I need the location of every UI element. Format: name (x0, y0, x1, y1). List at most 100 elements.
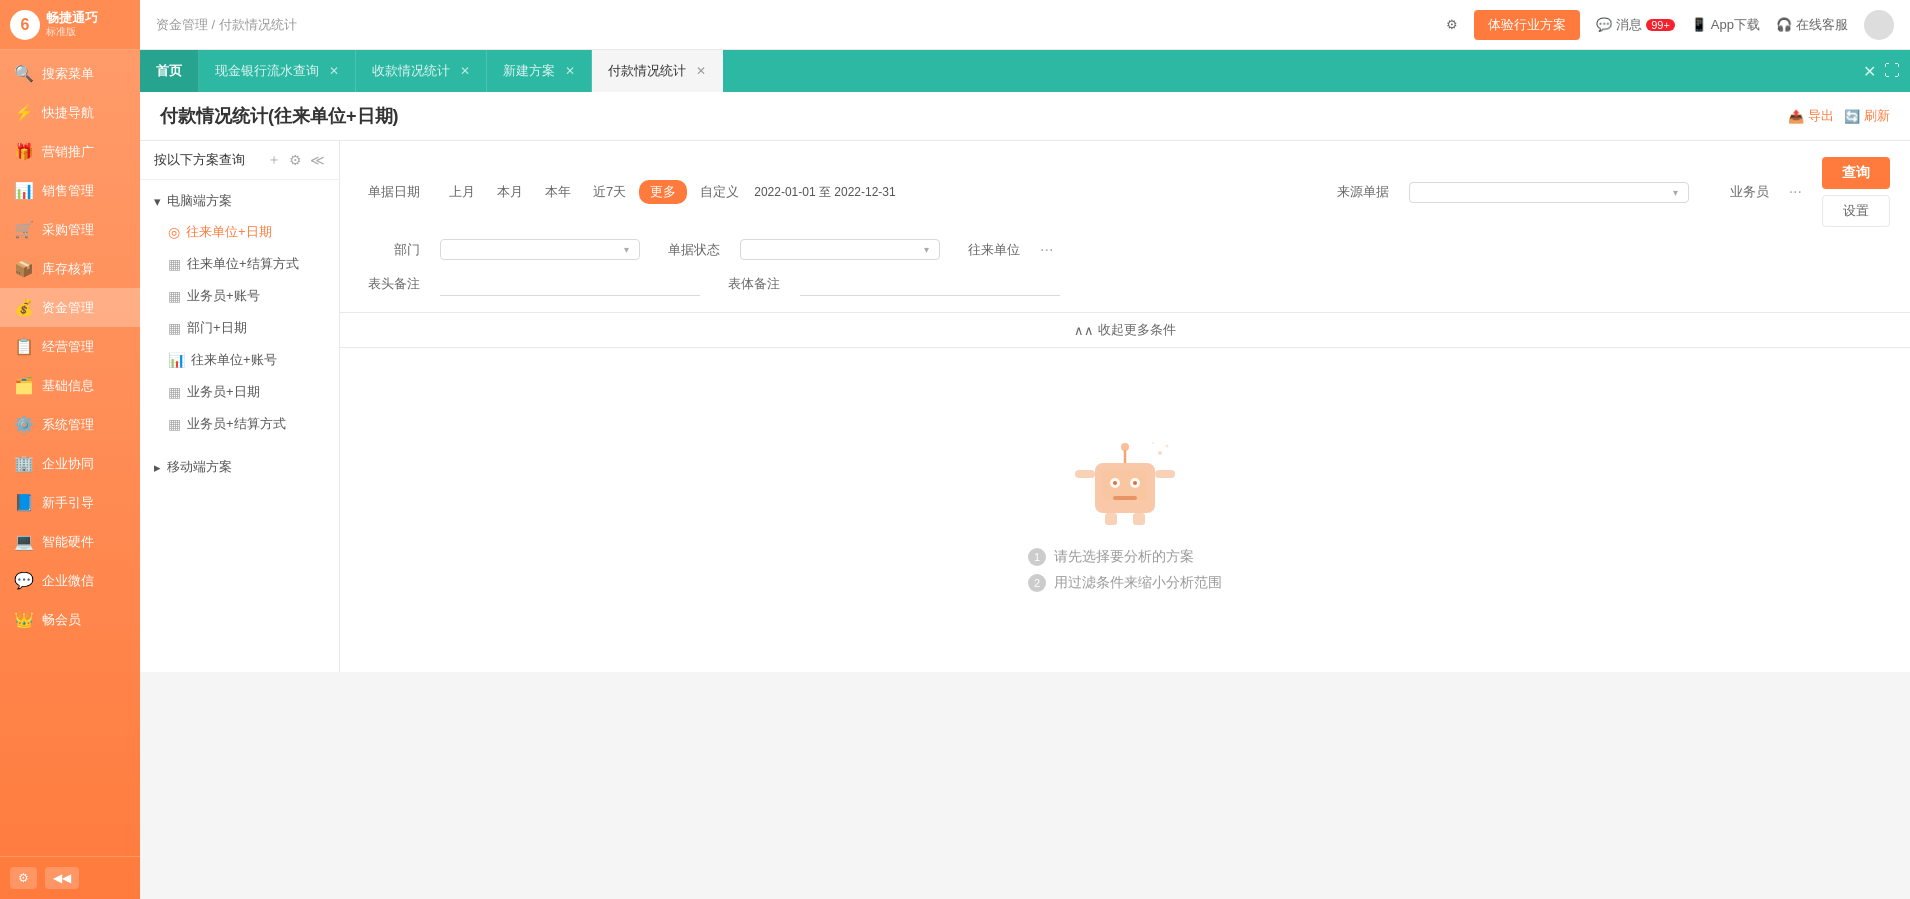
partner-select-button[interactable]: ··· (1040, 241, 1053, 259)
scheme-item-label: 往来单位+日期 (186, 223, 272, 241)
sidebar-item-wechat[interactable]: 💬 企业微信 (0, 561, 140, 600)
sidebar-item-label: 营销推广 (42, 143, 94, 161)
add-scheme-button[interactable]: ＋ (267, 151, 281, 169)
user-avatar[interactable] (1864, 10, 1894, 40)
scheme-item-salesperson-date[interactable]: ▦ 业务员+日期 (140, 376, 339, 408)
sidebar-item-member[interactable]: 👑 畅会员 (0, 600, 140, 639)
mobile-group-label: 移动端方案 (167, 458, 325, 476)
filter-row-2: 部门 ▾ 单据状态 ▾ 往来单位 ··· (360, 239, 1890, 260)
scheme-icon: ▦ (168, 256, 181, 272)
desktop-group-header[interactable]: ▾ 电脑端方案 (140, 186, 339, 216)
industry-plan-button[interactable]: 体验行业方案 (1474, 10, 1580, 40)
sidebar-settings-button[interactable]: ⚙ (10, 867, 37, 889)
app-download-button[interactable]: 📱 App下载 (1691, 16, 1760, 34)
salesperson-select-button[interactable]: ··· (1789, 183, 1802, 201)
sidebar-item-hardware[interactable]: 💻 智能硬件 (0, 522, 140, 561)
sidebar-item-search[interactable]: 🔍 搜索菜单 (0, 54, 140, 93)
sidebar-item-enterprise[interactable]: 🏢 企业协同 (0, 444, 140, 483)
date-pill-7days[interactable]: 近7天 (584, 180, 635, 204)
svg-rect-10 (1155, 470, 1175, 478)
collapse-panel-button[interactable]: ≪ (310, 152, 325, 168)
refresh-button[interactable]: 🔄 刷新 (1844, 107, 1890, 125)
date-pill-more[interactable]: 更多 (639, 180, 687, 204)
date-pill-custom[interactable]: 自定义 (691, 180, 748, 204)
chevron-down-icon: ▾ (154, 194, 161, 209)
tabbar-right: ✕ ⛶ (1853, 50, 1910, 92)
source-select[interactable]: ▾ (1409, 182, 1689, 203)
sidebar-item-basic[interactable]: 🗂️ 基础信息 (0, 366, 140, 405)
message-icon: 💬 (1596, 17, 1612, 32)
mobile-group-header[interactable]: ▸ 移动端方案 (140, 452, 339, 482)
collapse-conditions-button[interactable]: ∧∧ 收起更多条件 (1074, 321, 1176, 339)
sidebar-item-label: 快捷导航 (42, 104, 94, 122)
dept-select[interactable]: ▾ (440, 239, 640, 260)
empty-tip-1: 1 请先选择要分析的方案 (1028, 548, 1222, 566)
scheme-settings-button[interactable]: ⚙ (289, 152, 302, 168)
right-panel: 单据日期 上月 本月 本年 近7天 更多 自定义 2022-01-01 至 20… (340, 141, 1910, 672)
export-icon: 📤 (1788, 109, 1804, 124)
settings-icon: ⚙ (1446, 17, 1458, 32)
sidebar-item-finance[interactable]: 💰 资金管理 (0, 288, 140, 327)
sidebar-menu: 🔍 搜索菜单 ⚡ 快捷导航 🎁 营销推广 📊 销售管理 🛒 采购管理 📦 库存核… (0, 50, 140, 856)
online-service-button[interactable]: 🎧 在线客服 (1776, 16, 1848, 34)
tab-cashflow-label: 现金银行流水查询 (215, 62, 319, 80)
tab-cashflow[interactable]: 现金银行流水查询 ✕ (199, 50, 356, 92)
scheme-item-dept-date[interactable]: ▦ 部门+日期 (140, 312, 339, 344)
scheme-item-salesperson-account[interactable]: ▦ 业务员+账号 (140, 280, 339, 312)
sidebar-item-marketing[interactable]: 🎁 营销推广 (0, 132, 140, 171)
tab-payment-close[interactable]: ✕ (696, 64, 706, 78)
status-select[interactable]: ▾ (740, 239, 940, 260)
date-pill-last-month[interactable]: 上月 (440, 180, 484, 204)
body-note-input[interactable] (800, 272, 1060, 296)
tab-newplan-close[interactable]: ✕ (565, 64, 575, 78)
date-label: 单据日期 (360, 183, 420, 201)
tab-newplan[interactable]: 新建方案 ✕ (487, 50, 592, 92)
topbar-settings-button[interactable]: ⚙ (1446, 17, 1458, 32)
desktop-scheme-group: ▾ 电脑端方案 ◎ 往来单位+日期 ▦ 往来单位+结算方式 ▦ 业务员+账号 (140, 180, 339, 446)
sidebar-item-sales[interactable]: 📊 销售管理 (0, 171, 140, 210)
scheme-item-label: 往来单位+账号 (191, 351, 277, 369)
scheme-item-salesperson-settle[interactable]: ▦ 业务员+结算方式 (140, 408, 339, 440)
sidebar-collapse-button[interactable]: ◀◀ (45, 867, 79, 889)
sidebar-item-guide[interactable]: 📘 新手引导 (0, 483, 140, 522)
service-icon: 🎧 (1776, 17, 1792, 32)
sidebar-item-label: 基础信息 (42, 377, 94, 395)
tab-receivable[interactable]: 收款情况统计 ✕ (356, 50, 487, 92)
left-panel-header: 按以下方案查询 ＋ ⚙ ≪ (140, 141, 339, 180)
tab-expand-button[interactable]: ⛶ (1884, 62, 1900, 80)
scheme-item-partner-settle[interactable]: ▦ 往来单位+结算方式 (140, 248, 339, 280)
chevron-down-icon: ▾ (1673, 187, 1678, 198)
svg-rect-1 (1103, 470, 1147, 500)
tip-text-2: 用过滤条件来缩小分析范围 (1054, 574, 1222, 592)
query-button[interactable]: 查询 (1822, 157, 1890, 189)
sidebar-item-quicknav[interactable]: ⚡ 快捷导航 (0, 93, 140, 132)
empty-state: 1 请先选择要分析的方案 2 用过滤条件来缩小分析范围 (340, 348, 1910, 672)
header-note-label: 表头备注 (360, 275, 420, 293)
date-pills: 上月 本月 本年 近7天 更多 自定义 (440, 180, 748, 204)
scheme-item-partner-account[interactable]: 📊 往来单位+账号 (140, 344, 339, 376)
sidebar-item-label: 资金管理 (42, 299, 94, 317)
sidebar-item-system[interactable]: ⚙️ 系统管理 (0, 405, 140, 444)
page-header-actions: 📤 导出 🔄 刷新 (1788, 107, 1890, 125)
export-button[interactable]: 📤 导出 (1788, 107, 1834, 125)
messages-button[interactable]: 💬 消息 99+ (1596, 16, 1675, 34)
tab-receivable-close[interactable]: ✕ (460, 64, 470, 78)
svg-point-4 (1113, 481, 1117, 485)
tab-cashflow-close[interactable]: ✕ (329, 64, 339, 78)
sidebar-item-purchase[interactable]: 🛒 采购管理 (0, 210, 140, 249)
tab-home[interactable]: 首页 (140, 50, 199, 92)
date-pill-this-month[interactable]: 本月 (488, 180, 532, 204)
settings-button[interactable]: 设置 (1822, 195, 1890, 227)
scheme-item-partner-date[interactable]: ◎ 往来单位+日期 (140, 216, 339, 248)
tip-number-1: 1 (1028, 548, 1046, 566)
date-control: 上月 本月 本年 近7天 更多 自定义 2022-01-01 至 2022-12… (440, 180, 1309, 204)
date-pill-this-year[interactable]: 本年 (536, 180, 580, 204)
sidebar-item-operations[interactable]: 📋 经营管理 (0, 327, 140, 366)
tab-payment[interactable]: 付款情况统计 ✕ (592, 50, 723, 92)
flash-icon: ⚡ (14, 103, 34, 122)
tab-close-all-button[interactable]: ✕ (1863, 62, 1876, 81)
tip-number-2: 2 (1028, 574, 1046, 592)
sidebar-item-inventory[interactable]: 📦 库存核算 (0, 249, 140, 288)
messages-label: 消息 (1616, 16, 1642, 34)
header-note-input[interactable] (440, 272, 700, 296)
